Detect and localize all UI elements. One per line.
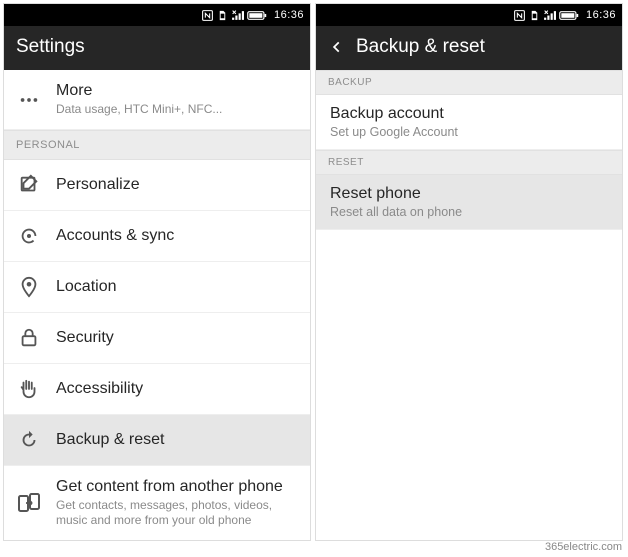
hand-icon [16,376,42,402]
section-backup: BACKUP [316,70,622,95]
row-label: Security [56,329,114,347]
row-sub: Reset all data on phone [330,205,608,219]
row-label: Location [56,278,117,296]
battery-icon [247,10,267,21]
location-icon [16,274,42,300]
row-sub: Get contacts, messages, photos, videos, … [56,498,298,528]
signal-icon [231,9,244,22]
row-label: Get content from another phone [56,478,298,496]
screen-backup-reset: 16:36 Backup & reset BACKUP Backup accou… [316,4,622,540]
sim-icon [529,9,540,22]
nfc-icon [201,9,214,22]
back-button[interactable] [328,38,346,56]
row-security[interactable]: Security [4,313,310,364]
nfc-icon [513,9,526,22]
reset-icon [16,427,42,453]
page-title: Settings [16,36,85,58]
row-reset-phone[interactable]: Reset phone Reset all data on phone [316,175,622,230]
row-accounts-sync[interactable]: Accounts & sync [4,211,310,262]
row-backup-account[interactable]: Backup account Set up Google Account [316,95,622,150]
appbar-backup-reset: Backup & reset [316,26,622,70]
battery-icon [559,10,579,21]
watermark: 365electric.com [545,541,622,553]
appbar-settings: Settings [4,26,310,70]
more-icon [16,87,42,113]
row-get-content[interactable]: Get content from another phone Get conta… [4,466,310,540]
clock: 16:36 [274,9,304,21]
transfer-icon [16,490,42,516]
clock: 16:36 [586,9,616,21]
sim-icon [217,9,228,22]
statusbar: 16:36 [4,4,310,26]
statusbar: 16:36 [316,4,622,26]
page-title: Backup & reset [356,36,485,58]
signal-icon [543,9,556,22]
row-location[interactable]: Location [4,262,310,313]
sync-icon [16,223,42,249]
row-label: Accounts & sync [56,227,174,245]
row-label: Backup account [330,105,608,123]
personalize-icon [16,172,42,198]
section-personal: PERSONAL [4,130,310,160]
row-accessibility[interactable]: Accessibility [4,364,310,415]
row-label: Backup & reset [56,431,165,449]
row-sub: Set up Google Account [330,125,608,139]
screen-settings: 16:36 Settings More Data usage, HTC Mini… [4,4,310,540]
row-label: Accessibility [56,380,143,398]
row-label: Personalize [56,176,140,194]
row-backup-reset[interactable]: Backup & reset [4,415,310,466]
section-reset: RESET [316,150,622,175]
row-more[interactable]: More Data usage, HTC Mini+, NFC... [4,70,310,130]
row-personalize[interactable]: Personalize [4,160,310,211]
row-label: More [56,82,222,100]
row-label: Reset phone [330,185,608,203]
lock-icon [16,325,42,351]
row-sub: Data usage, HTC Mini+, NFC... [56,102,222,117]
